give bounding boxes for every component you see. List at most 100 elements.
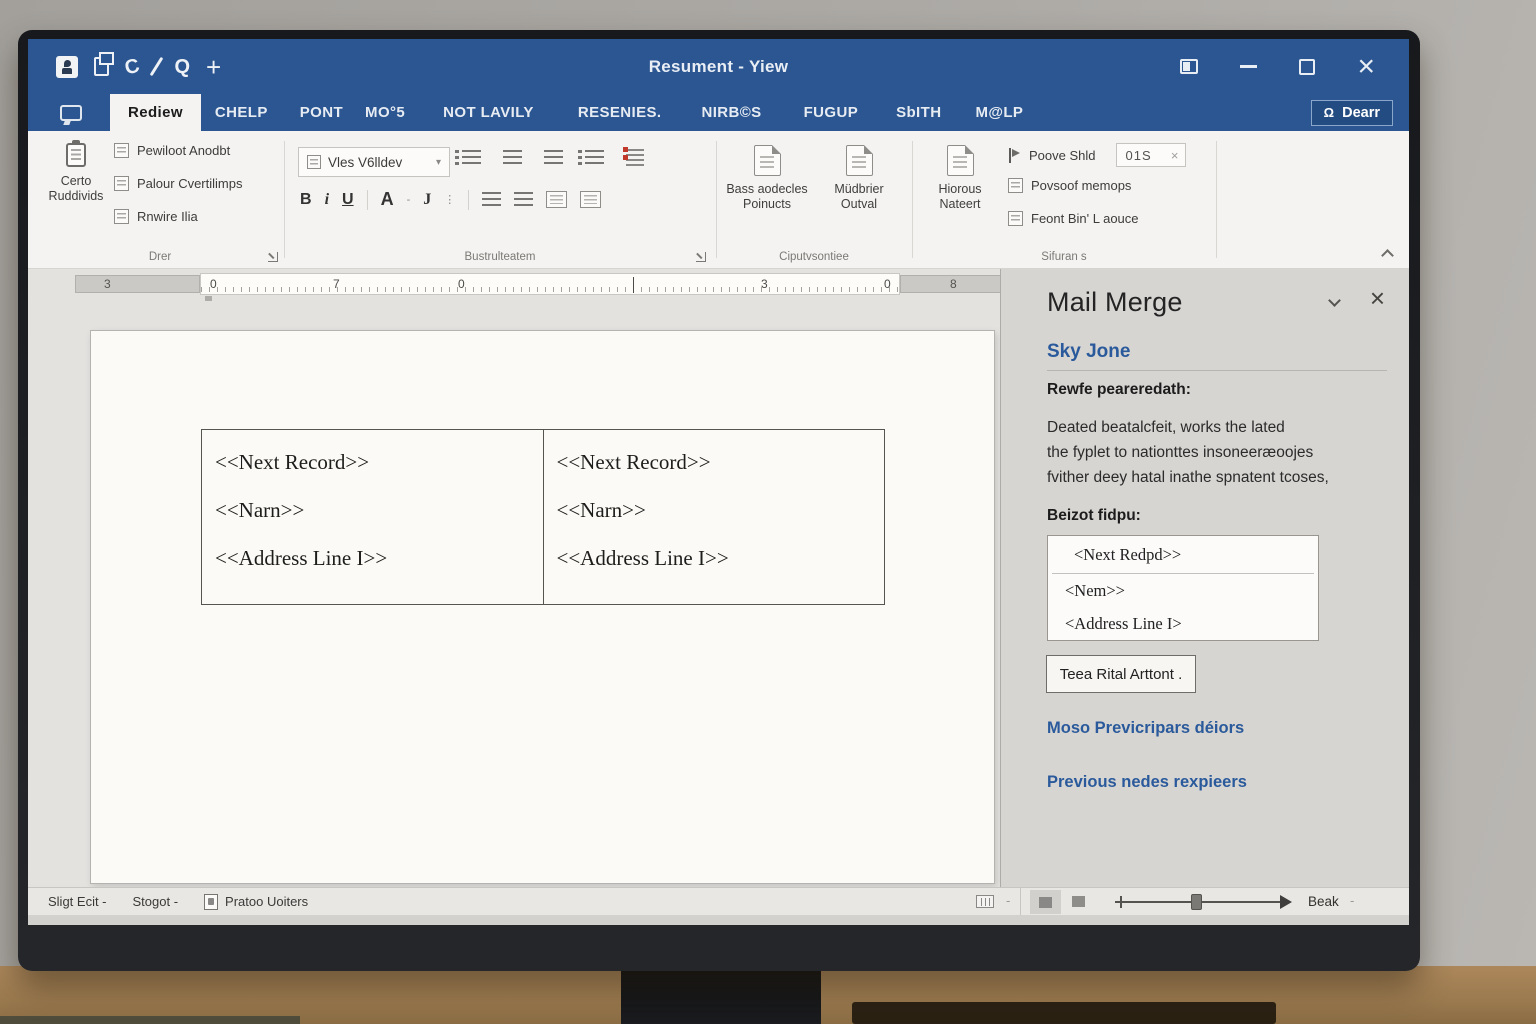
chevron-down-icon[interactable] (1329, 295, 1339, 305)
document-icon (946, 144, 974, 176)
dialog-launcher-icon[interactable] (696, 252, 706, 262)
tab-pont[interactable]: PONT (300, 94, 343, 131)
numbered-list-icon[interactable] (578, 150, 604, 166)
zoom-in-icon[interactable] (1280, 895, 1292, 909)
tab-sbith[interactable]: SbITH (896, 94, 941, 131)
view-read-mode-icon[interactable] (976, 895, 994, 908)
field-item[interactable]: <Nem>> (1065, 581, 1125, 601)
copy-icon[interactable] (94, 52, 114, 76)
tab-nirbos[interactable]: NIRB©S (701, 94, 761, 131)
pen-icon[interactable] (150, 56, 164, 77)
dialog-launcher-icon[interactable] (268, 252, 278, 262)
ribbon-item-2-label: Palour Cvertilimps (137, 176, 243, 191)
ribbon: Certo Ruddivids Pewiloot Anodbt Palour C… (28, 131, 1409, 269)
check-errors-row[interactable]: Povsoof memops (1008, 178, 1131, 193)
zoom-level-label[interactable]: Beak (1308, 894, 1339, 909)
merge-field[interactable]: <<Next Record>> (557, 438, 885, 486)
tab-fugup[interactable]: FUGUP (804, 94, 859, 131)
ribbon-item-1[interactable]: Pewiloot Anodbt (114, 143, 230, 158)
merge-table-cell-left[interactable]: <<Next Record>> <<Narn>> <<Address Line … (202, 430, 544, 604)
stand-shadow (852, 1002, 1276, 1024)
view-print-layout-button[interactable] (1030, 890, 1061, 914)
print-layout-icon (1039, 896, 1052, 908)
status-word-count[interactable]: Stogot - (133, 894, 179, 909)
panel-link-2[interactable]: Previous nedes rexpieers (1047, 773, 1247, 792)
tab-chelp[interactable]: CHELP (215, 94, 268, 131)
panel-action-button[interactable]: Teea Rital Arttont . (1046, 655, 1196, 693)
chevron-down-icon[interactable]: - (407, 194, 411, 206)
status-page-indicator[interactable]: Sligt Ecit - (48, 894, 107, 909)
maximize-icon[interactable] (1299, 58, 1316, 75)
ruler-left-margin[interactable]: 3 (75, 275, 200, 293)
tab-review-active[interactable]: Rediew (110, 94, 201, 131)
zoom-slider-handle[interactable] (1191, 894, 1202, 910)
indent-marker[interactable] (205, 296, 212, 301)
find-recipient-row[interactable]: Poove Shld 01S × (1008, 143, 1186, 167)
save-icon[interactable] (60, 104, 82, 121)
status-proofing[interactable]: Pratoo Uoiters (204, 893, 308, 910)
merge-field[interactable]: <<Narn>> (557, 486, 885, 534)
bullet-list-icon[interactable] (455, 150, 481, 166)
recipient-link[interactable]: Sky Jone (1047, 341, 1130, 363)
merge-field[interactable]: <<Narn>> (215, 486, 543, 534)
align-center-icon[interactable] (514, 191, 534, 208)
more-dots-icon[interactable]: ⋮ (444, 193, 455, 206)
finish-merge-row[interactable]: Feont Bin' L aouce (1008, 211, 1139, 226)
share-button[interactable]: Ω Dearr (1310, 99, 1393, 126)
tab-mo5[interactable]: MO°5 (365, 94, 405, 131)
separator (366, 189, 368, 210)
clipboard-big-button[interactable]: Certo Ruddivids (46, 140, 106, 204)
merge-field-button[interactable]: Müdbrier Outval (816, 144, 902, 212)
horizontal-ruler[interactable]: 0 7 0 3 0 (200, 273, 900, 301)
flag-icon (1008, 147, 1021, 163)
tab-resenies[interactable]: RESENIES. (578, 94, 662, 131)
shading-icon[interactable] (580, 191, 602, 208)
align-left-icon[interactable] (482, 191, 502, 208)
underline-button[interactable]: U (342, 191, 354, 209)
minimize-icon[interactable] (1240, 65, 1258, 68)
ribbon-item-2[interactable]: Palour Cvertilimps (114, 176, 242, 191)
collapse-ribbon-icon[interactable] (1381, 248, 1393, 260)
clear-icon[interactable]: × (1171, 148, 1185, 163)
merge-field[interactable]: <<Next Record>> (215, 438, 543, 486)
status-left-group: Sligt Ecit - Stogot - Pratoo Uoiters (48, 888, 308, 915)
panel-link-1[interactable]: Moso Previcripars déiors (1047, 719, 1244, 738)
borders-icon[interactable] (546, 191, 568, 208)
ruler-right-margin[interactable]: 8 (900, 275, 1016, 293)
ribbon-item-3-label: Rnwire Ilia (137, 209, 198, 224)
app-icon[interactable] (56, 55, 78, 78)
tab-not-lavily[interactable]: NOT LAVILY (443, 94, 534, 131)
address-block-button[interactable]: Bass aodecles Poinucts (724, 144, 810, 212)
field-divider (1052, 573, 1314, 574)
merge-field[interactable]: <<Address Line I>> (215, 534, 543, 582)
brush-small-icon (114, 176, 129, 191)
view-web-layout-icon[interactable] (1072, 896, 1085, 907)
preview-results-button[interactable]: Hiorous Nateert (922, 144, 998, 212)
record-number-input[interactable]: 01S × (1115, 143, 1186, 167)
italic-button[interactable]: i (325, 191, 329, 209)
merge-fields-box[interactable]: <Next Redpd>> <Nem>> <Address Line I> (1047, 535, 1319, 641)
text-effects-button[interactable]: J (423, 191, 431, 209)
add-icon[interactable]: + (206, 54, 221, 80)
merge-field[interactable]: <<Address Line I>> (557, 534, 885, 582)
indent-icon[interactable] (544, 150, 563, 166)
zoom-slider-track[interactable] (1122, 901, 1282, 903)
close-icon[interactable]: × (1357, 52, 1375, 82)
ribbon-display-icon[interactable] (1180, 59, 1199, 74)
field-item[interactable]: <Next Redpd>> (1074, 545, 1181, 565)
font-color-button[interactable]: A (381, 189, 394, 210)
tab-melp[interactable]: M@LP (975, 94, 1023, 131)
document-page[interactable]: <<Next Record>> <<Narn>> <<Address Line … (90, 330, 995, 884)
merge-table-cell-right[interactable]: <<Next Record>> <<Narn>> <<Address Line … (544, 430, 885, 604)
paragraph-mark-icon[interactable] (623, 147, 644, 167)
merge-table[interactable]: <<Next Record>> <<Narn>> <<Address Line … (201, 429, 885, 605)
sort-icon[interactable] (503, 150, 522, 166)
undo-icon[interactable]: C (123, 54, 142, 79)
paragraph-icons-row (455, 147, 644, 167)
ribbon-item-3[interactable]: Rnwire Ilia (114, 209, 198, 224)
font-name-dropdown[interactable]: Vles V6lldev ▾ (298, 147, 450, 177)
field-item[interactable]: <Address Line I> (1065, 614, 1182, 634)
bold-button[interactable]: B (300, 191, 312, 209)
search-icon[interactable]: Q (174, 57, 190, 77)
panel-close-icon[interactable]: × (1370, 283, 1385, 314)
